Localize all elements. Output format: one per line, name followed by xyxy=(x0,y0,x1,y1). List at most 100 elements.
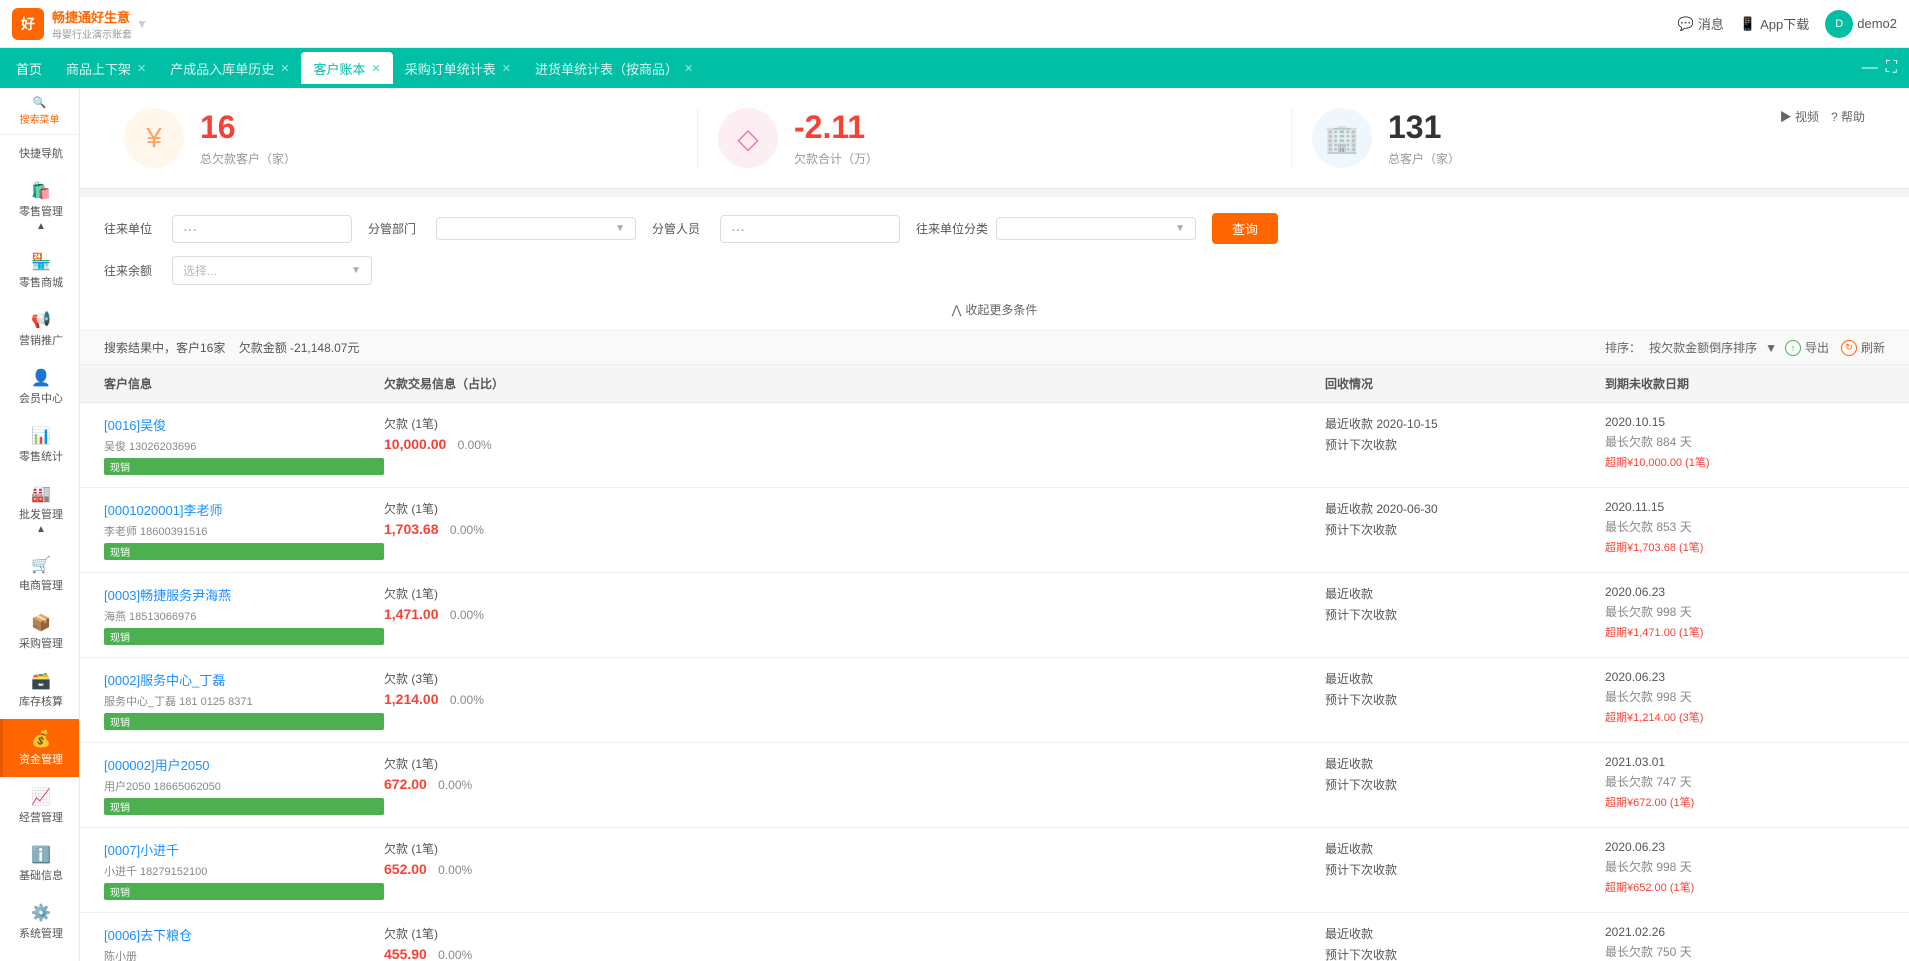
summary-card-debt-customers: ¥ 16 总欠款客户（家） xyxy=(104,108,697,168)
sidebar-item-purchase-mgmt[interactable]: 📦 采购管理 xyxy=(0,603,79,661)
sidebar-item-retail-mgmt[interactable]: 🛍️ 零售管理 ▲ xyxy=(0,171,79,242)
collapse-label: 收起更多条件 xyxy=(965,301,1037,318)
sidebar-item-retail-stats[interactable]: 📊 零售统计 xyxy=(0,416,79,474)
tab-production-history[interactable]: 产成品入库单历史 ✕ xyxy=(158,52,301,84)
customer-phone-5: 小进千 18279152100 xyxy=(104,863,384,879)
sidebar-item-retail-store[interactable]: 🏪 零售商城 xyxy=(0,242,79,300)
recent-payment-5: 最近收款 xyxy=(1325,840,1605,857)
video-help-button[interactable]: ▶ 视频 xyxy=(1780,108,1819,125)
filter-person-input[interactable]: ··· xyxy=(720,215,900,243)
refresh-button[interactable]: ↻ 刷新 xyxy=(1841,339,1885,356)
customer-name-3[interactable]: [0002]服务中心_丁磊 xyxy=(104,670,384,689)
overdue-link-1[interactable]: 超期¥1,703.68 (1笔) xyxy=(1605,539,1885,555)
sidebar-item-enterprise-collab[interactable]: 🤝 企业协同 xyxy=(0,951,79,961)
tab-goods-listing[interactable]: 商品上下架 ✕ xyxy=(54,52,158,84)
table-row: [0007]小进千 小进千 18279152100 现销 欠款 (1笔) 652… xyxy=(80,828,1909,913)
sidebar-item-membership[interactable]: 👤 会员中心 xyxy=(0,358,79,416)
sidebar-item-marketing[interactable]: 📢 营销推广 xyxy=(0,300,79,358)
total-customers-icon: 🏢 xyxy=(1312,108,1372,168)
sort-value[interactable]: 按欠款金额倒序排序 xyxy=(1649,339,1757,356)
sidebar-search[interactable]: 🔍 搜索菜单 xyxy=(0,88,79,135)
debt-percent-1: 0.00% xyxy=(450,523,484,537)
next-payment-5: 预计下次收款 xyxy=(1325,861,1605,878)
wholesale-mgmt-arrow-icon: ▲ xyxy=(36,524,46,535)
sidebar-item-ecommerce[interactable]: 🛒 电商管理 xyxy=(0,545,79,603)
overdue-link-0[interactable]: 超期¥10,000.00 (1笔) xyxy=(1605,454,1885,470)
minimize-icon[interactable]: — xyxy=(1862,59,1878,77)
table-row: [0006]去下粮仓 陈小册 现销 欠款 (1笔) 455.90 0.00% 最… xyxy=(80,913,1909,961)
user-profile-button[interactable]: D demo2 xyxy=(1825,10,1897,38)
filter-unit-label: 往来单位 xyxy=(104,220,164,237)
query-button[interactable]: 查询 xyxy=(1212,213,1278,244)
sidebar-item-wholesale-mgmt[interactable]: 🏭 批发管理 ▲ xyxy=(0,474,79,545)
table-header: 客户信息 欠款交易信息（占比） 回收情况 到期未收款日期 xyxy=(80,365,1909,403)
due-info-4: 2021.03.01 最长欠款 747 天 超期¥672.00 (1笔) xyxy=(1605,755,1885,810)
app-download-button[interactable]: 📱 App下载 xyxy=(1740,14,1809,33)
customer-name-0[interactable]: [0016]吴俊 xyxy=(104,415,384,434)
close-customer-account-icon[interactable]: ✕ xyxy=(372,62,381,75)
basic-info-icon: ℹ️ xyxy=(31,845,51,865)
close-production-history-icon[interactable]: ✕ xyxy=(280,62,289,75)
customer-info-3: [0002]服务中心_丁磊 服务中心_丁磊 181 0125 8371 现销 xyxy=(104,670,384,730)
debt-customers-icon: ¥ xyxy=(124,108,184,168)
tab-goods-stats[interactable]: 进货单统计表（按商品） ✕ xyxy=(523,52,705,84)
next-payment-3: 预计下次收款 xyxy=(1325,691,1605,708)
dropdown-arrow-icon[interactable]: ▼ xyxy=(136,17,148,31)
filter-item-unit: 往来单位 ··· xyxy=(104,215,352,243)
filter-item-balance: 往来余额 选择... ▼ xyxy=(104,256,372,285)
collapse-filters-button[interactable]: ⋀ 收起更多条件 xyxy=(104,297,1885,322)
main-layout: 🔍 搜索菜单 快捷导航 🛍️ 零售管理 ▲ 🏪 零售商城 📢 营销推广 👤 会员… xyxy=(0,88,1909,961)
customer-name-1[interactable]: [0001020001]李老师 xyxy=(104,500,384,519)
customer-name-2[interactable]: [0003]畅捷服务尹海燕 xyxy=(104,585,384,604)
filter-balance-select[interactable]: 选择... ▼ xyxy=(172,256,372,285)
due-date-0: 2020.10.15 xyxy=(1605,415,1885,429)
expand-icon[interactable]: ⛶ xyxy=(1886,59,1897,77)
due-info-2: 2020.06.23 最长欠款 998 天 超期¥1,471.00 (1笔) xyxy=(1605,585,1885,640)
overdue-link-2[interactable]: 超期¥1,471.00 (1笔) xyxy=(1605,624,1885,640)
overdue-days-5: 最长欠款 998 天 xyxy=(1605,858,1885,875)
customer-name-5[interactable]: [0007]小进千 xyxy=(104,840,384,859)
overdue-link-4[interactable]: 超期¥672.00 (1笔) xyxy=(1605,794,1885,810)
filter-balance-placeholder: 选择... xyxy=(183,262,217,279)
tab-home[interactable]: 首页 xyxy=(4,59,54,78)
debt-title-0: 欠款 (1笔) xyxy=(384,415,1325,432)
customer-info-1: [0001020001]李老师 李老师 18600391516 现销 xyxy=(104,500,384,560)
customer-name-6[interactable]: [0006]去下粮仓 xyxy=(104,925,384,944)
tab-customer-account[interactable]: 客户账本 ✕ xyxy=(301,52,392,84)
debt-total-body: -2.11 欠款合计（万） xyxy=(794,109,878,167)
recovery-info-5: 最近收款 预计下次收款 xyxy=(1325,840,1605,878)
sidebar-item-inventory[interactable]: 🗃️ 库存核算 xyxy=(0,661,79,719)
close-goods-stats-icon[interactable]: ✕ xyxy=(684,62,693,75)
export-button[interactable]: ↑ 导出 xyxy=(1785,339,1829,356)
recovery-info-1: 最近收款 2020-06-30 预计下次收款 xyxy=(1325,500,1605,538)
debt-percent-5: 0.00% xyxy=(438,863,472,877)
summary-cards: ¥ 16 总欠款客户（家） ◇ -2.11 欠款合计（万） 🏢 131 总客户（… xyxy=(80,88,1909,189)
retail-store-label: 零售商城 xyxy=(19,274,63,290)
overdue-days-3: 最长欠款 998 天 xyxy=(1605,688,1885,705)
overdue-link-3[interactable]: 超期¥1,214.00 (3笔) xyxy=(1605,709,1885,725)
customer-name-4[interactable]: [000002]用户2050 xyxy=(104,755,384,774)
overdue-link-5[interactable]: 超期¥652.00 (1笔) xyxy=(1605,879,1885,895)
help-button[interactable]: ? 帮助 xyxy=(1831,108,1865,125)
help-icon: ? xyxy=(1831,110,1838,124)
col-header-recovery: 回收情况 xyxy=(1325,375,1605,392)
due-info-0: 2020.10.15 最长欠款 884 天 超期¥10,000.00 (1笔) xyxy=(1605,415,1885,470)
tab-purchase-stats[interactable]: 采购订单统计表 ✕ xyxy=(393,52,523,84)
filter-unit-input[interactable]: ··· xyxy=(172,215,352,243)
debt-customers-number: 16 xyxy=(200,109,296,146)
sidebar-item-quick-nav[interactable]: 快捷导航 xyxy=(0,135,79,171)
close-goods-listing-icon[interactable]: ✕ xyxy=(137,62,146,75)
sidebar-item-system-mgmt[interactable]: ⚙️ 系统管理 xyxy=(0,893,79,951)
sidebar-item-operations[interactable]: 📈 经营管理 xyxy=(0,777,79,835)
close-purchase-stats-icon[interactable]: ✕ xyxy=(502,62,511,75)
filter-item-category: 往来单位分类 ▼ xyxy=(916,217,1196,240)
video-icon: ▶ xyxy=(1780,110,1792,124)
filter-dept-select[interactable]: ▼ xyxy=(436,217,636,240)
filter-person-dots: ··· xyxy=(731,221,745,237)
sidebar-item-finance[interactable]: 💰 资金管理 xyxy=(0,719,79,777)
recent-payment-3: 最近收款 xyxy=(1325,670,1605,687)
sidebar-item-basic-info[interactable]: ℹ️ 基础信息 xyxy=(0,835,79,893)
filter-unit-dots: ··· xyxy=(183,221,197,237)
message-button[interactable]: 💬 消息 xyxy=(1678,14,1724,33)
filter-category-select[interactable]: ▼ xyxy=(996,217,1196,240)
